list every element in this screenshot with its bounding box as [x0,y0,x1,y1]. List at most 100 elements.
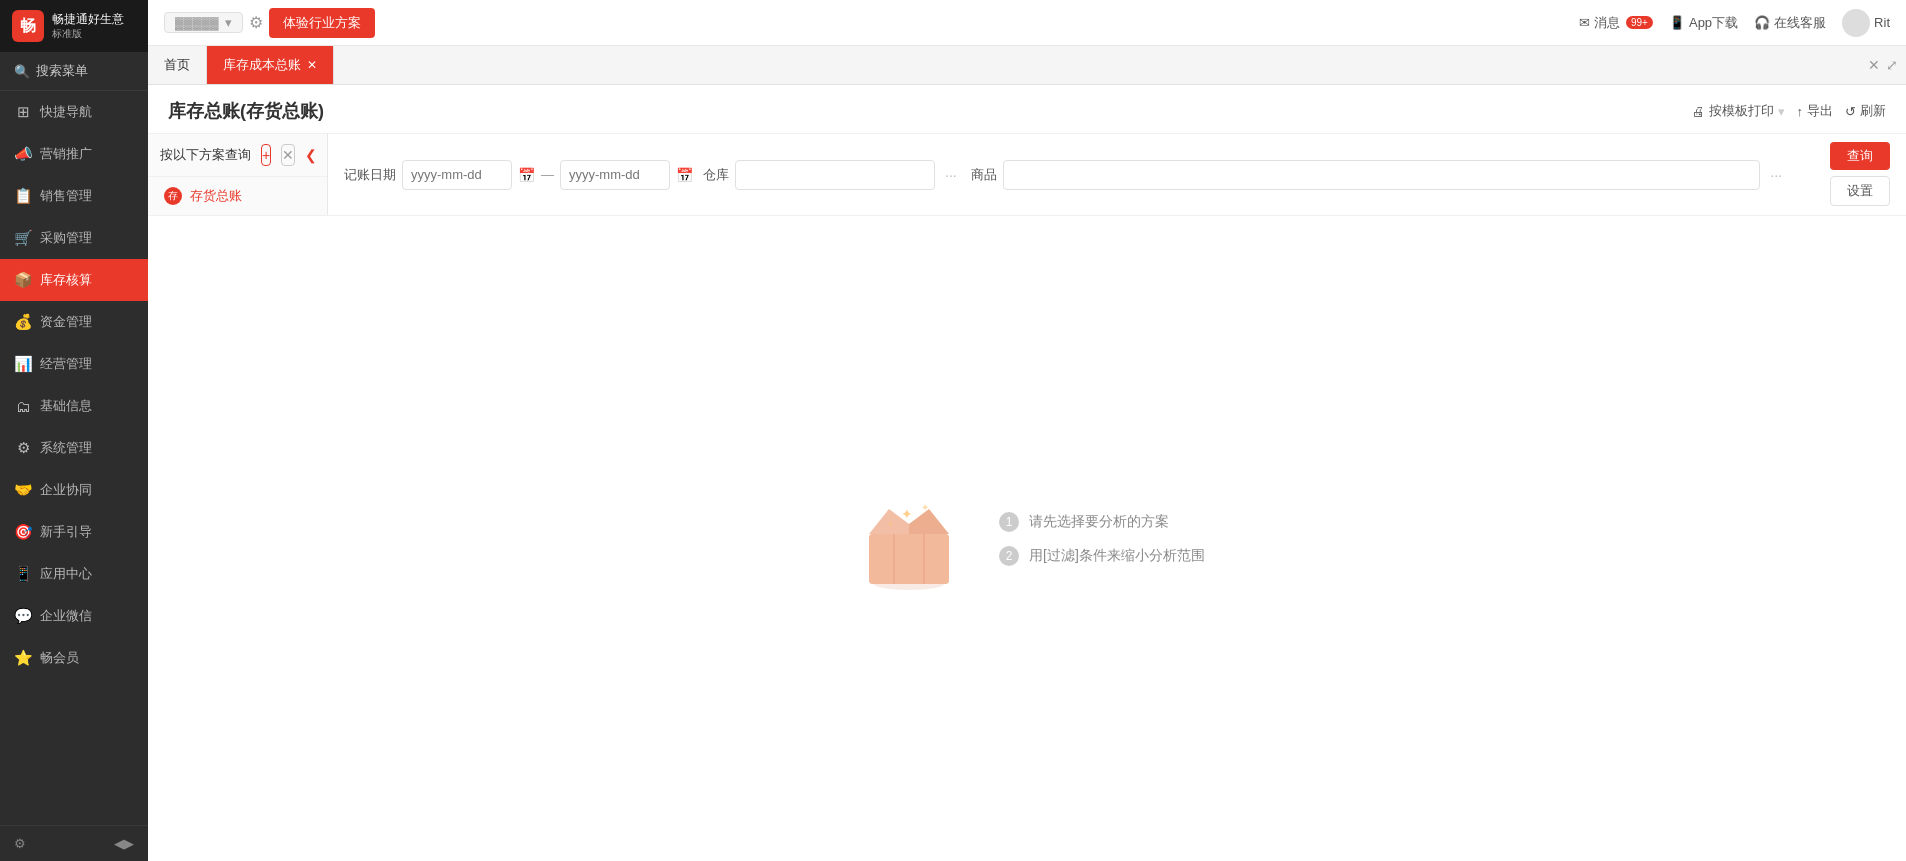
sidebar-item-inventory[interactable]: 📦 库存核算 [0,259,148,301]
product-more-btn[interactable]: ··· [1766,167,1786,183]
sidebar-item-sales[interactable]: 📋 销售管理 [0,175,148,217]
scheme-item-inventory[interactable]: 存 存货总账 [148,177,327,215]
sidebar-item-label: 营销推广 [40,145,92,163]
breadcrumb[interactable]: ▓▓▓▓▓ ▾ [164,12,243,33]
app-download-btn[interactable]: 📱 App下载 [1669,14,1738,32]
page-header: 库存总账(存货总账) 🖨 按模板打印 ▾ ↑ 导出 ↺ 刷新 [148,85,1906,134]
topbar-nav: ▓▓▓▓▓ ▾ ⚙ 体验行业方案 [164,8,1567,38]
filter-add-button[interactable]: + [261,144,271,166]
newbie-icon: 🎯 [14,523,32,541]
messages-badge: 99+ [1626,16,1653,29]
sidebar-item-enterprise[interactable]: 🤝 企业协同 [0,469,148,511]
tip-text-2: 用[过滤]条件来缩小分析范围 [1029,547,1205,565]
sidebar-footer: ⚙ ◀▶ [0,825,148,861]
member-icon: ⭐ [14,649,32,667]
print-label: 按模板打印 [1709,102,1774,120]
warehouse-filter-group: 仓库 ··· [703,160,961,190]
avatar [1842,9,1870,37]
sidebar-item-purchase[interactable]: 🛒 采购管理 [0,217,148,259]
app-logo: 畅 畅捷通好生意 标准版 [0,0,148,52]
sidebar-item-wechat[interactable]: 💬 企业微信 [0,595,148,637]
logo-text: 畅捷通好生意 标准版 [52,12,124,41]
tab-close-icon[interactable]: ✕ [307,58,317,72]
finance-icon: 💰 [14,313,32,331]
inventory-icon: 📦 [14,271,32,289]
chevron-down-icon: ▾ [1778,104,1785,119]
system-icon: ⚙ [14,439,32,457]
settings-button[interactable]: 设置 [1830,176,1890,206]
marketing-icon: 📣 [14,145,32,163]
topbar: ▓▓▓▓▓ ▾ ⚙ 体验行业方案 ✉ 消息 99+ 📱 App下载 🎧 在线客服 [148,0,1906,46]
tab-home[interactable]: 首页 [148,46,207,84]
sidebar-item-label: 销售管理 [40,187,92,205]
online-support-btn[interactable]: 🎧 在线客服 [1754,14,1826,32]
sidebar-item-system[interactable]: ⚙ 系统管理 [0,427,148,469]
sidebar-item-label: 基础信息 [40,397,92,415]
search-icon: 🔍 [14,64,30,79]
tab-expand-icon[interactable]: ⤢ [1886,57,1898,73]
phone-icon: 📱 [1669,15,1685,30]
print-btn[interactable]: 🖨 按模板打印 ▾ [1692,102,1785,120]
sidebar-item-finance[interactable]: 💰 资金管理 [0,301,148,343]
search-menu[interactable]: 🔍 搜索菜单 [0,52,148,91]
tip-item-1: 1 请先选择要分析的方案 [999,512,1205,532]
warehouse-input[interactable] [735,160,935,190]
tab-inventory-cost[interactable]: 库存成本总账 ✕ [207,46,334,84]
collapse-icon[interactable]: ◀▶ [114,836,134,851]
export-label: 导出 [1807,102,1833,120]
warehouse-label: 仓库 [703,166,729,184]
gear-icon[interactable]: ⚙ [249,13,263,32]
date-separator: — [541,167,554,182]
business-icon: 📊 [14,355,32,373]
sidebar-item-marketing[interactable]: 📣 营销推广 [0,133,148,175]
refresh-icon: ↺ [1845,104,1856,119]
sidebar-item-app-center[interactable]: 📱 应用中心 [0,553,148,595]
calendar-to-icon[interactable]: 📅 [676,167,693,183]
sales-icon: 📋 [14,187,32,205]
sidebar-item-label: 采购管理 [40,229,92,247]
sidebar-item-business[interactable]: 📊 经营管理 [0,343,148,385]
sidebar-item-label: 应用中心 [40,565,92,583]
sidebar: 畅 畅捷通好生意 标准版 🔍 搜索菜单 ⊞ 快捷导航 📣 营销推广 📋 销售管理… [0,0,148,861]
headset-icon: 🎧 [1754,15,1770,30]
user-menu[interactable]: Rit [1842,9,1890,37]
date-label: 记账日期 [344,166,396,184]
calendar-from-icon[interactable]: 📅 [518,167,535,183]
date-to-input[interactable] [560,160,670,190]
app-download-label: App下载 [1689,14,1738,32]
date-filter-group: 记账日期 📅 — 📅 [344,160,693,190]
svg-text:✦: ✦ [921,502,929,513]
date-from-input[interactable] [402,160,512,190]
query-button[interactable]: 查询 [1830,142,1890,170]
settings-icon[interactable]: ⚙ [14,836,26,851]
sidebar-item-basic[interactable]: 🗂 基础信息 [0,385,148,427]
industry-btn[interactable]: 体验行业方案 [269,8,375,38]
home-tab-label: 首页 [164,56,190,74]
filter-expand-icon[interactable]: ❮ [305,147,317,163]
scheme-item-label: 存货总账 [190,187,242,205]
page-header-actions: 🖨 按模板打印 ▾ ↑ 导出 ↺ 刷新 [1692,102,1887,120]
wechat-icon: 💬 [14,607,32,625]
product-input[interactable] [1003,160,1761,190]
tab-close-right-icon[interactable]: ✕ [1868,57,1880,73]
tip-number-1: 1 [999,512,1019,532]
messages-btn[interactable]: ✉ 消息 99+ [1579,14,1653,32]
refresh-btn[interactable]: ↺ 刷新 [1845,102,1886,120]
filter-close-button[interactable]: ✕ [281,144,295,166]
scheme-icon: 存 [164,187,182,205]
enterprise-icon: 🤝 [14,481,32,499]
warehouse-more-btn[interactable]: ··· [941,167,961,183]
empty-tips: 1 请先选择要分析的方案 2 用[过滤]条件来缩小分析范围 [999,512,1205,566]
sidebar-item-member[interactable]: ⭐ 畅会员 [0,637,148,679]
export-btn[interactable]: ↑ 导出 [1797,102,1834,120]
sidebar-item-newbie[interactable]: 🎯 新手引导 [0,511,148,553]
basic-icon: 🗂 [14,398,32,415]
product-label: 商品 [971,166,997,184]
sidebar-item-label: 畅会员 [40,649,79,667]
export-icon: ↑ [1797,104,1804,119]
app-center-icon: 📱 [14,565,32,583]
logo-icon: 畅 [12,10,44,42]
sidebar-item-quick-nav[interactable]: ⊞ 快捷导航 [0,91,148,133]
refresh-label: 刷新 [1860,102,1886,120]
sidebar-item-label: 经营管理 [40,355,92,373]
